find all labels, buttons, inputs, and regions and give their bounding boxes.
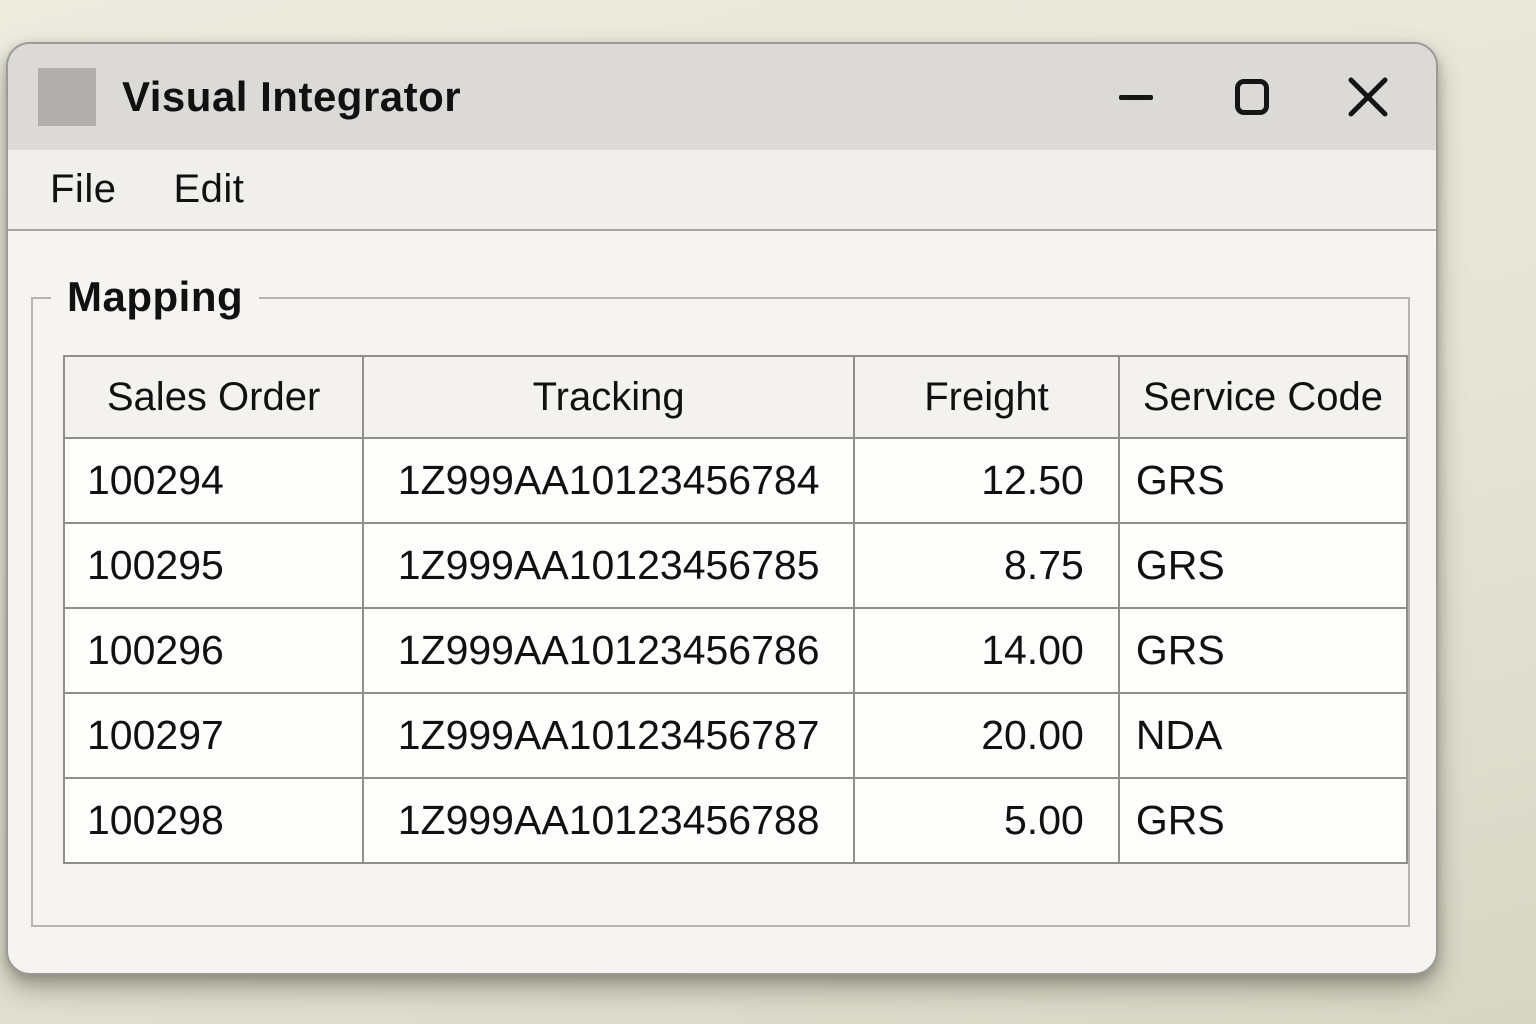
table-row: 100295 1Z999AA10123456785 8.75 GRS: [62, 522, 1409, 609]
minimize-icon: [1119, 94, 1153, 100]
app-icon[interactable]: [38, 68, 96, 126]
cell-freight[interactable]: 12.50: [853, 437, 1120, 524]
column-header-tracking: Tracking: [362, 355, 856, 439]
cell-freight[interactable]: 20.00: [853, 692, 1120, 779]
window-controls: [1098, 59, 1436, 135]
table-row: 100298 1Z999AA10123456788 5.00 GRS: [62, 777, 1409, 864]
cell-sales-order[interactable]: 100295: [62, 522, 365, 609]
cell-sales-order[interactable]: 100297: [62, 692, 365, 779]
column-header-freight: Freight: [853, 355, 1120, 439]
cell-sales-order[interactable]: 100298: [62, 777, 365, 864]
maximize-icon: [1235, 79, 1269, 115]
table-header-row: Sales Order Tracking Freight Service Cod…: [62, 355, 1409, 439]
mapping-groupbox-label: Mapping: [51, 270, 260, 324]
cell-sales-order[interactable]: 100294: [62, 437, 365, 524]
cell-tracking[interactable]: 1Z999AA10123456787: [362, 692, 856, 779]
column-header-service-code: Service Code: [1117, 355, 1409, 439]
cell-service-code[interactable]: GRS: [1117, 522, 1409, 609]
close-icon: [1348, 77, 1388, 117]
column-header-sales-order: Sales Order: [62, 355, 365, 439]
cell-freight[interactable]: 5.00: [853, 777, 1120, 864]
mapping-table: Sales Order Tracking Freight Service Cod…: [62, 355, 1409, 864]
cell-tracking[interactable]: 1Z999AA10123456785: [362, 522, 856, 609]
window-content: Mapping Sales Order Tracking Freight Ser…: [8, 231, 1436, 971]
cell-tracking[interactable]: 1Z999AA10123456786: [362, 607, 856, 694]
close-button[interactable]: [1330, 59, 1406, 135]
titlebar[interactable]: Visual Integrator: [8, 44, 1436, 150]
mapping-groupbox: Mapping Sales Order Tracking Freight Ser…: [31, 270, 1410, 927]
menubar: File Edit: [8, 150, 1436, 231]
menu-item-edit[interactable]: Edit: [173, 167, 244, 212]
cell-service-code[interactable]: GRS: [1117, 607, 1409, 694]
visual-integrator-window: Visual Integrator File Edit Mapping Sale…: [6, 42, 1438, 975]
window-title: Visual Integrator: [122, 73, 462, 120]
menu-item-file[interactable]: File: [50, 167, 116, 212]
minimize-button[interactable]: [1098, 59, 1174, 135]
table-row: 100297 1Z999AA10123456787 20.00 NDA: [62, 692, 1409, 779]
maximize-button[interactable]: [1214, 59, 1290, 135]
cell-freight[interactable]: 14.00: [853, 607, 1120, 694]
cell-service-code[interactable]: GRS: [1117, 777, 1409, 864]
cell-tracking[interactable]: 1Z999AA10123456788: [362, 777, 856, 864]
desktop-background: Visual Integrator File Edit Mapping Sale…: [0, 0, 1536, 1024]
cell-tracking[interactable]: 1Z999AA10123456784: [362, 437, 856, 524]
table-row: 100294 1Z999AA10123456784 12.50 GRS: [62, 437, 1409, 524]
table-row: 100296 1Z999AA10123456786 14.00 GRS: [62, 607, 1409, 694]
cell-service-code[interactable]: GRS: [1117, 437, 1409, 524]
cell-service-code[interactable]: NDA: [1117, 692, 1409, 779]
cell-freight[interactable]: 8.75: [853, 522, 1120, 609]
cell-sales-order[interactable]: 100296: [62, 607, 365, 694]
